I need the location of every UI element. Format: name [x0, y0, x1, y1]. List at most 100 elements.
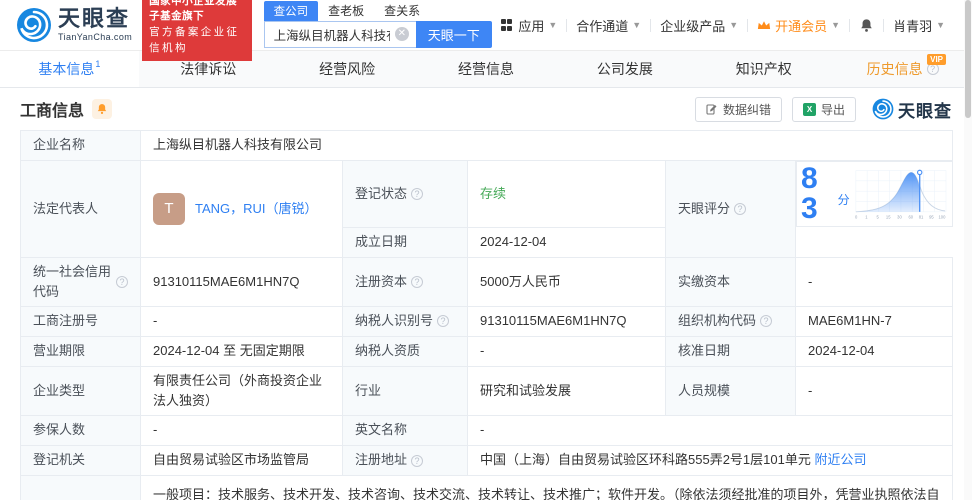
staff-size-value: - [796, 366, 953, 415]
tab-development-label: 公司发展 [597, 59, 653, 79]
company-name-label: 企业名称 [21, 131, 141, 161]
avatar[interactable]: T [153, 193, 185, 225]
clear-search-icon[interactable]: ✕ [395, 27, 409, 41]
reg-capital-text: 注册资本 [355, 272, 407, 292]
help-icon[interactable]: ? [760, 315, 772, 327]
monitor-bell-button[interactable] [92, 99, 112, 119]
reg-authority-label: 登记机关 [21, 446, 141, 476]
bell-icon [859, 18, 874, 33]
legal-rep-label: 法定代表人 [21, 161, 141, 258]
table-row: 法定代表人 T TANG，RUI（唐锐） 登记状态? 存续 天眼评分? 83 分 [21, 161, 953, 228]
scrollbar-thumb[interactable] [965, 0, 971, 118]
svg-text:15: 15 [886, 214, 891, 219]
tianyancha-logo[interactable]: 天眼查 TianYanCha.com [16, 7, 132, 43]
help-icon[interactable]: ? [437, 315, 449, 327]
credit-code-label: 统一社会信用代码? [21, 257, 141, 306]
brand-domain: TianYanCha.com [58, 33, 132, 42]
company-type-value: 有限责任公司（外商投资企业法人独资） [141, 366, 343, 415]
search-tab-relation[interactable]: 查关系 [374, 0, 430, 21]
vip-badge: VIP [927, 54, 946, 65]
user-menu[interactable]: 肖青羽 ▼ [884, 16, 954, 35]
score-cell[interactable]: 83 分 [796, 161, 953, 227]
help-icon[interactable]: ? [116, 276, 128, 288]
search-tab-boss[interactable]: 查老板 [318, 0, 374, 21]
eye-swirl-icon [16, 7, 52, 43]
svg-text:5: 5 [876, 214, 879, 219]
svg-text:1: 1 [865, 214, 868, 219]
establish-date-value: 2024-12-04 [468, 227, 666, 257]
tab-operating-risk[interactable]: 经营风险 [278, 51, 417, 87]
help-icon[interactable]: ? [411, 188, 423, 200]
reg-status-text: 登记状态 [355, 184, 407, 204]
tab-basic-info[interactable]: 基本信息 1 [0, 51, 139, 87]
nearby-companies-link[interactable]: 附近公司 [814, 452, 866, 467]
reg-no-label: 工商注册号 [21, 306, 141, 336]
svg-text:81: 81 [918, 214, 923, 219]
approve-date-value: 2024-12-04 [796, 336, 953, 366]
reg-capital-label: 注册资本? [343, 257, 468, 306]
tab-company-development[interactable]: 公司发展 [555, 51, 694, 87]
legal-rep-link[interactable]: TANG，RUI（唐锐） [195, 199, 318, 219]
nav-enterprise-label: 企业级产品 [660, 16, 725, 35]
section-title: 工商信息 [20, 97, 84, 121]
company-tabbar: 基本信息 1 法律诉讼 经营风险 经营信息 公司发展 知识产权 VIP 历史信息… [0, 50, 972, 88]
search-tabs: 查公司 查老板 查关系 [264, 3, 492, 21]
reg-capital-value: 5000万人民币 [468, 257, 666, 306]
search-input[interactable] [264, 21, 416, 48]
scrollbar[interactable] [964, 0, 972, 500]
table-row: 工商注册号 - 纳税人识别号? 91310115MAE6M1HN7Q 组织机构代… [21, 306, 953, 336]
section-header: 工商信息 数据纠错 X 导出 天眼查 [0, 88, 972, 130]
approve-date-label: 核准日期 [666, 336, 796, 366]
insured-num-label: 参保人数 [21, 416, 141, 446]
tab-operating-label: 经营信息 [458, 59, 514, 79]
taxpayer-no-text: 纳税人识别号 [355, 311, 433, 331]
tab-operating-info[interactable]: 经营信息 [417, 51, 556, 87]
nav-apps[interactable]: 应用 ▼ [492, 16, 566, 35]
business-term-label: 营业期限 [21, 336, 141, 366]
data-correction-button[interactable]: 数据纠错 [695, 97, 782, 122]
search-button[interactable]: 天眼一下 [416, 21, 492, 48]
tab-legal-proceedings[interactable]: 法律诉讼 [139, 51, 278, 87]
chevron-down-icon: ▼ [831, 20, 840, 30]
tab-basic-label: 基本信息 [38, 59, 94, 79]
notification-bell[interactable] [850, 18, 883, 33]
tab-legal-label: 法律诉讼 [180, 59, 236, 79]
table-row: 企业名称 上海纵目机器人科技有限公司 [21, 131, 953, 161]
reg-status-label: 登记状态? [343, 161, 468, 228]
export-label: 导出 [821, 101, 845, 118]
tab-intellectual-property[interactable]: 知识产权 [694, 51, 833, 87]
tab-ip-label: 知识产权 [736, 59, 792, 79]
nav-open-vip[interactable]: 开通会员 ▼ [748, 16, 849, 35]
username: 肖青羽 [893, 16, 932, 35]
english-name-label: 英文名称 [343, 416, 468, 446]
org-code-value: MAE6M1HN-7 [796, 306, 953, 336]
svg-text:95: 95 [929, 214, 934, 219]
company-type-label: 企业类型 [21, 366, 141, 415]
nav-vip-label: 开通会员 [775, 16, 827, 35]
help-icon[interactable]: ? [411, 276, 423, 288]
help-icon[interactable]: ? [734, 203, 746, 215]
nav-partner-label: 合作通道 [576, 16, 628, 35]
svg-text:60: 60 [908, 214, 913, 219]
company-name-value: 上海纵目机器人科技有限公司 [141, 131, 953, 161]
search-tab-company[interactable]: 查公司 [264, 1, 319, 21]
apps-grid-icon [501, 19, 513, 31]
score-text: 天眼评分 [678, 199, 730, 219]
tab-history-info[interactable]: VIP 历史信息 ? [833, 51, 972, 87]
taxpayer-no-value: 91310115MAE6M1HN7Q [468, 306, 666, 336]
credit-code-text: 统一社会信用代码 [33, 262, 112, 302]
badge-line1: 国家中小企业发展子基金旗下 [149, 0, 244, 25]
reg-address-label: 注册地址? [343, 446, 468, 476]
business-term-value: 2024-12-04 至 无固定期限 [141, 336, 343, 366]
org-code-label: 组织机构代码? [666, 306, 796, 336]
score-label: 天眼评分? [666, 161, 796, 258]
reg-authority-value: 自由贸易试验区市场监管局 [141, 446, 343, 476]
svg-text:0: 0 [855, 214, 858, 219]
business-scope-value: 一般项目：技术服务、技术开发、技术咨询、技术交流、技术转让、技术推广；软件开发。… [141, 476, 953, 500]
chevron-down-icon: ▼ [548, 20, 557, 30]
nav-partner-channel[interactable]: 合作通道 ▼ [567, 16, 650, 35]
nav-enterprise-products[interactable]: 企业级产品 ▼ [651, 16, 747, 35]
export-button[interactable]: X 导出 [792, 97, 856, 122]
insured-num-value: - [141, 416, 343, 446]
help-icon[interactable]: ? [411, 455, 423, 467]
